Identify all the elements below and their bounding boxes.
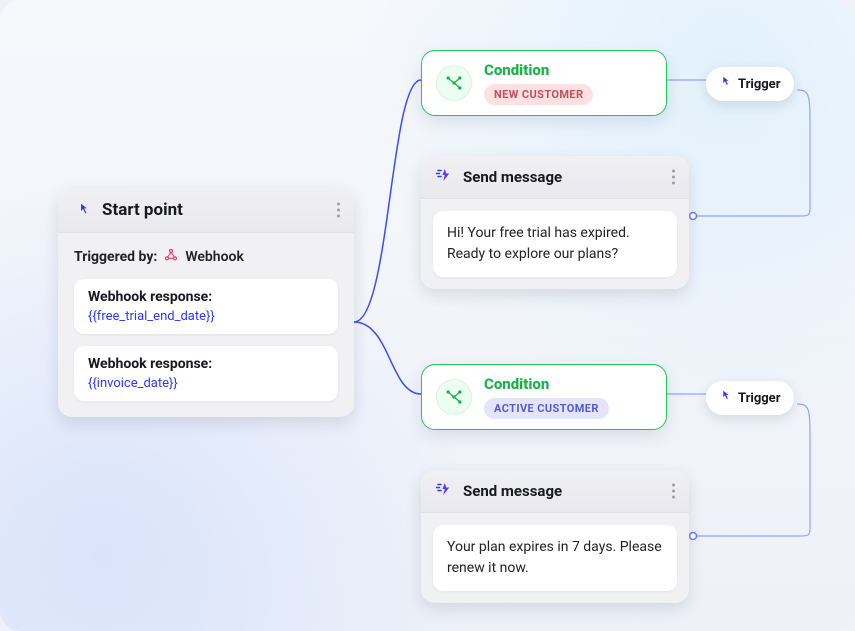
trigger-pill-2[interactable]: Trigger: [706, 381, 794, 415]
send-message-card-1[interactable]: Send message Hi! Your free trial has exp…: [421, 156, 689, 289]
send-message-title: Send message: [463, 482, 562, 500]
condition-badge: ACTIVE CUSTOMER: [484, 398, 609, 419]
webhook-response-value: {{invoice_date}}: [88, 376, 324, 391]
pointer-icon: [74, 201, 92, 219]
trigger-label: Trigger: [738, 391, 780, 406]
triggered-by-row: Triggered by: Webhook: [74, 247, 338, 267]
condition-badge: NEW CUSTOMER: [484, 84, 593, 105]
webhook-response-value: {{free_trial_end_date}}: [88, 309, 324, 324]
triggered-by-label: Triggered by:: [74, 249, 157, 265]
branch-icon: [436, 65, 472, 101]
more-menu[interactable]: [672, 484, 675, 499]
start-point-body: Triggered by: Webhook Webhook response: …: [58, 233, 354, 417]
branch-icon: [436, 379, 472, 415]
webhook-response-2[interactable]: Webhook response: {{invoice_date}}: [74, 346, 338, 401]
webhook-response-1[interactable]: Webhook response: {{free_trial_end_date}…: [74, 279, 338, 334]
more-menu[interactable]: [337, 203, 340, 218]
send-message-header: Send message: [421, 156, 689, 199]
condition-title: Condition: [484, 375, 609, 393]
trigger-pill-1[interactable]: Trigger: [706, 67, 794, 101]
start-point-header: Start point: [58, 188, 354, 233]
condition-card-1[interactable]: Condition NEW CUSTOMER: [421, 50, 667, 116]
condition-card-2[interactable]: Condition ACTIVE CUSTOMER: [421, 364, 667, 430]
workflow-canvas: Start point Triggered by: Webhook Webhoo…: [0, 0, 855, 631]
start-point-title: Start point: [102, 200, 183, 220]
condition-title: Condition: [484, 61, 593, 79]
send-message-title: Send message: [463, 168, 562, 186]
send-message-body: Hi! Your free trial has expired. Ready t…: [421, 199, 689, 289]
condition-text: Condition ACTIVE CUSTOMER: [484, 375, 609, 419]
message-bubble: Hi! Your free trial has expired. Ready t…: [433, 211, 677, 277]
send-message-header: Send message: [421, 470, 689, 513]
webhook-response-label: Webhook response:: [88, 289, 324, 305]
webhook-icon: [163, 247, 179, 267]
trigger-label: Trigger: [738, 77, 780, 92]
webhook-response-label: Webhook response:: [88, 356, 324, 372]
pointer-icon: [718, 75, 732, 93]
send-icon: [435, 167, 453, 187]
triggered-by-type: Webhook: [185, 249, 244, 265]
more-menu[interactable]: [672, 170, 675, 185]
send-message-card-2[interactable]: Send message Your plan expires in 7 days…: [421, 470, 689, 603]
send-icon: [435, 481, 453, 501]
condition-text: Condition NEW CUSTOMER: [484, 61, 593, 105]
start-point-card[interactable]: Start point Triggered by: Webhook Webhoo…: [58, 188, 354, 417]
pointer-icon: [718, 389, 732, 407]
message-bubble: Your plan expires in 7 days. Please rene…: [433, 525, 677, 591]
send-message-body: Your plan expires in 7 days. Please rene…: [421, 513, 689, 603]
